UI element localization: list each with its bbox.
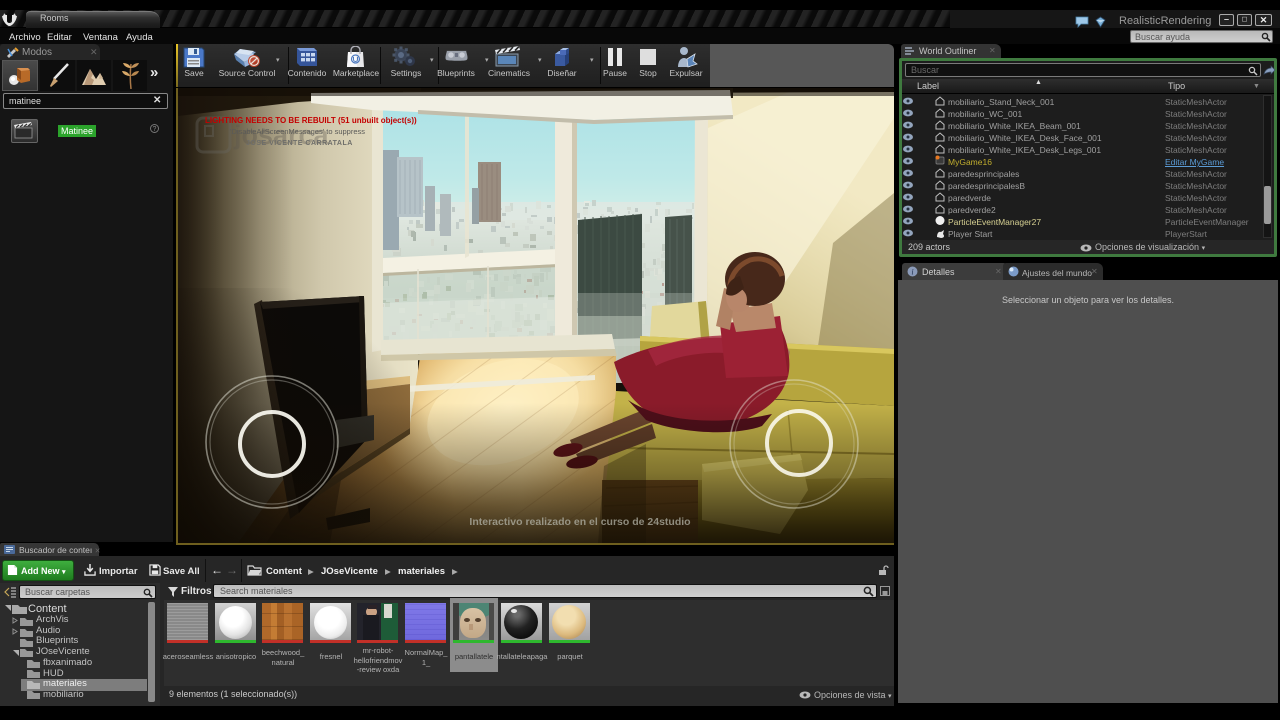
svg-text:JOSE VICENTE CARRATALA: JOSE VICENTE CARRATALA [246,140,353,147]
svg-text:LIGHTING NEEDS TO BE REBUILT (: LIGHTING NEEDS TO BE REBUILT (51 unbuilt… [205,116,417,125]
svg-text:i: i [911,268,913,277]
svg-text:Interactivo realizado en el cu: Interactivo realizado en el curso de 24s… [469,516,690,528]
svg-text:'DisableAllScreenMessages' to: 'DisableAllScreenMessages' to suppress [230,127,365,136]
